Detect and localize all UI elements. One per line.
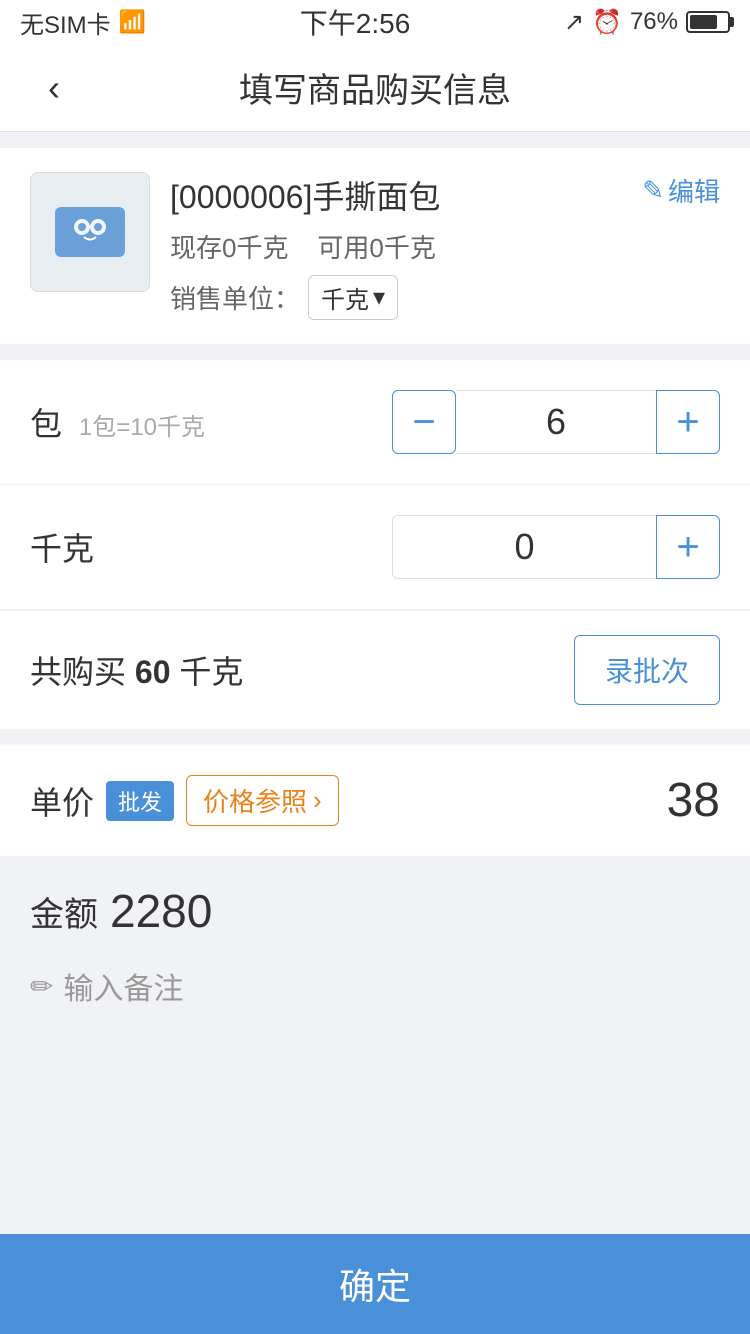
- dropdown-arrow-icon: ▾: [373, 283, 385, 312]
- available-text: 可用0千克: [317, 233, 435, 263]
- nav-bar: ‹ 填写商品购买信息: [0, 44, 750, 132]
- unit-value: 千克: [321, 280, 369, 315]
- status-right: ↗ ⏰ 76%: [564, 8, 730, 37]
- total-prefix: 共购买: [30, 654, 135, 690]
- total-amount-value: 60: [135, 654, 171, 690]
- alarm-icon: ⏰: [592, 8, 622, 37]
- product-name: [0000006]手撕面包: [170, 172, 440, 218]
- price-value: 38: [667, 773, 720, 828]
- qty-bag-label: 包 1包=10千克: [30, 399, 392, 445]
- battery-icon: [686, 11, 730, 33]
- status-left: 无SIM卡 📶: [20, 5, 146, 40]
- price-ref-button[interactable]: 价格参照 ›: [186, 775, 339, 826]
- product-thumbnail: [30, 172, 150, 292]
- qty-bag-plus-button[interactable]: +: [656, 390, 720, 454]
- confirm-button[interactable]: 确定: [0, 1234, 750, 1334]
- quantity-row-kg: 千克 +: [0, 485, 750, 610]
- battery-percent: 76%: [630, 8, 678, 36]
- product-logo: [55, 207, 125, 257]
- total-text: 共购买 60 千克: [30, 647, 243, 693]
- location-icon: ↗: [564, 8, 584, 37]
- amount-section: 金额 2280 ✏ 输入备注: [0, 856, 750, 1018]
- qty-bag-control: − +: [392, 390, 720, 454]
- price-left: 单价 批发 价格参照 ›: [30, 775, 339, 826]
- unit-label: 销售单位：: [170, 279, 300, 316]
- price-label: 单价: [30, 778, 94, 824]
- qty-bag-minus-button[interactable]: −: [392, 390, 456, 454]
- product-info: [0000006]手撕面包 ✎ 编辑 现存0千克 可用0千克 销售单位： 千克 …: [170, 172, 720, 320]
- back-button[interactable]: ‹: [24, 58, 84, 118]
- qty-kg-label: 千克: [30, 524, 392, 570]
- price-section: 单价 批发 价格参照 › 38: [0, 745, 750, 856]
- price-tag: 批发: [106, 781, 174, 821]
- total-row: 共购买 60 千克 录批次: [0, 610, 750, 729]
- page-title: 填写商品购买信息: [239, 63, 511, 112]
- qty-bag-input[interactable]: [456, 390, 656, 454]
- amount-value: 2280: [110, 884, 212, 938]
- amount-label: 金额: [30, 887, 98, 936]
- price-ref-arrow-icon: ›: [313, 785, 322, 816]
- stock-text: 现存0千克: [170, 233, 288, 263]
- price-ref-label: 价格参照: [203, 782, 307, 819]
- product-stock: 现存0千克 可用0千克: [170, 228, 720, 265]
- edit-button[interactable]: ✎ 编辑: [642, 172, 720, 209]
- edit-icon: ✎: [642, 175, 664, 206]
- batch-button[interactable]: 录批次: [574, 635, 720, 705]
- product-unit-row: 销售单位： 千克 ▾: [170, 275, 720, 320]
- unit-selector[interactable]: 千克 ▾: [308, 275, 398, 320]
- qty-kg-input[interactable]: [392, 515, 656, 579]
- total-unit-text: 千克: [171, 654, 244, 690]
- qty-kg-plus-button[interactable]: +: [656, 515, 720, 579]
- price-row: 单价 批发 价格参照 › 38: [30, 773, 720, 828]
- status-bar: 无SIM卡 📶 下午2:56 ↗ ⏰ 76%: [0, 0, 750, 44]
- qty-kg-control: +: [392, 515, 720, 579]
- product-card: [0000006]手撕面包 ✎ 编辑 现存0千克 可用0千克 销售单位： 千克 …: [0, 148, 750, 344]
- edit-label: 编辑: [668, 172, 720, 209]
- amount-row: 金额 2280: [30, 884, 720, 938]
- pencil-icon: ✏: [30, 970, 53, 1003]
- carrier-text: 无SIM卡: [20, 5, 111, 40]
- logo-text: [60, 207, 120, 257]
- time-display: 下午2:56: [300, 2, 411, 42]
- wifi-icon: 📶: [119, 9, 146, 35]
- qty-bag-sublabel: 1包=10千克: [79, 414, 205, 441]
- quantity-section: 包 1包=10千克 − + 千克 + 共购买 60 千克 录批次: [0, 360, 750, 729]
- remark-placeholder: 输入备注: [63, 964, 183, 1008]
- remark-row[interactable]: ✏ 输入备注: [30, 954, 720, 1018]
- quantity-row-bag: 包 1包=10千克 − +: [0, 360, 750, 485]
